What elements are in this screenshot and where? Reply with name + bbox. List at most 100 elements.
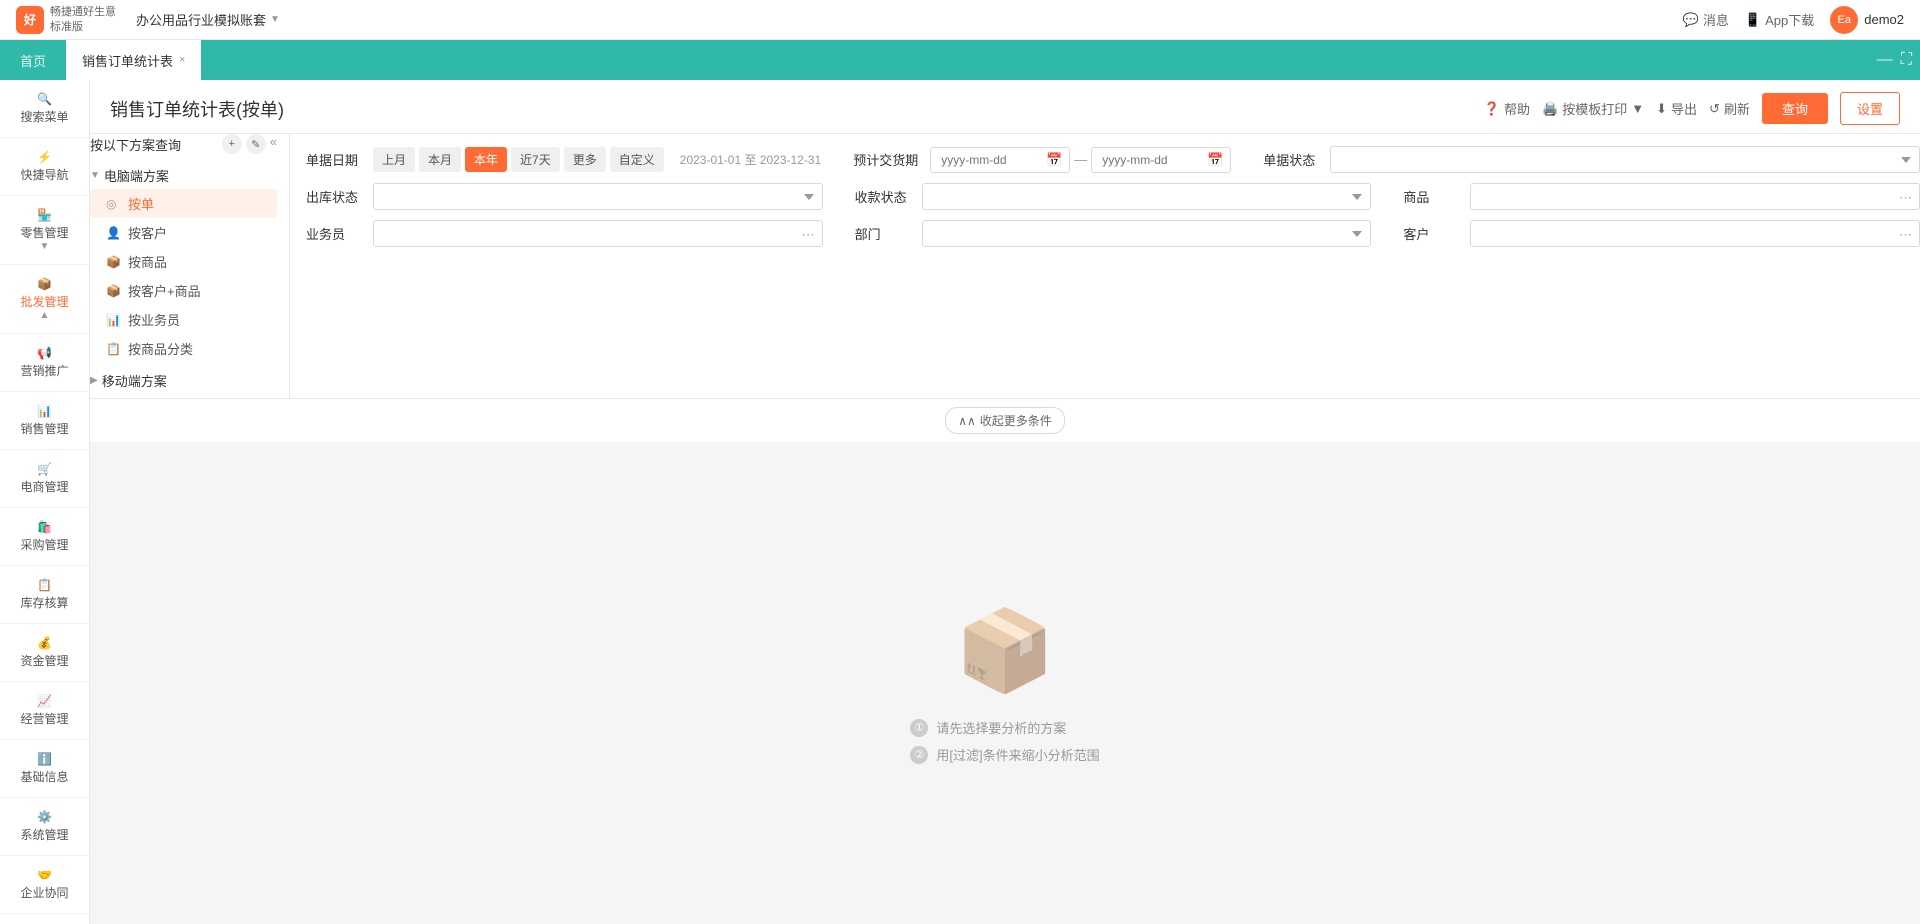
template-print-btn[interactable]: 🖨️ 按模板打印 ▼	[1542, 99, 1644, 118]
goods-input[interactable]	[1470, 183, 1920, 210]
tab-bar-right: — ⛶	[1877, 51, 1920, 69]
scheme-add-btn[interactable]: +	[222, 134, 242, 154]
empty-tips: ① 请先选择要分析的方案 ② 用[过滤]条件来缩小分析范围	[910, 718, 1099, 764]
tab-minimize-icon[interactable]: —	[1877, 51, 1893, 69]
scheme-item-bygoods[interactable]: 📦 按商品	[90, 247, 277, 276]
content-area: 销售订单统计表(按单) ❓ 帮助 🖨️ 按模板打印 ▼ ⬇ 导出 ↺ 刷新	[90, 80, 1920, 924]
message-btn[interactable]: 💬 消息	[1683, 10, 1729, 29]
settings-btn[interactable]: 设置	[1840, 92, 1900, 125]
tab-sales-order-stats[interactable]: 销售订单统计表 ×	[66, 40, 201, 80]
scheme-group-pc-title[interactable]: ▼ 电脑端方案	[90, 162, 277, 189]
username: demo2	[1864, 12, 1904, 27]
expected-date-start-wrapper: 📅	[930, 147, 1070, 173]
date-shortcut: 上月 本月 本年 近7天 更多 自定义	[373, 147, 664, 172]
scheme-edit-btn[interactable]: ✎	[246, 134, 266, 154]
scheme-item-bycustomer[interactable]: 👤 按客户	[90, 218, 277, 247]
sidebar-item-system[interactable]: ⚙️ 系统管理	[0, 798, 89, 856]
tab-home[interactable]: 首页	[0, 40, 66, 80]
user-area[interactable]: Ea demo2	[1830, 6, 1904, 34]
sidebar-item-purchase[interactable]: 🛍️ 采购管理	[0, 508, 89, 566]
empty-state: 📦 ① 请先选择要分析的方案 ② 用[过滤]条件来缩小分析范围	[90, 444, 1920, 924]
expected-date-end[interactable]	[1091, 147, 1231, 173]
payment-status-select[interactable]	[922, 183, 1372, 210]
delivery-status-label: 出库状态	[306, 187, 361, 206]
date-btn-thisyear[interactable]: 本年	[465, 147, 507, 172]
expected-date-start[interactable]	[930, 147, 1070, 173]
sidebar-item-search[interactable]: 🔍 搜索菜单	[0, 80, 89, 138]
scheme-group-mobile-title[interactable]: ▶ 移动端方案	[90, 367, 277, 394]
empty-tip-2: ② 用[过滤]条件来缩小分析范围	[910, 745, 1099, 764]
sidebar-item-ecommerce[interactable]: 🛒 电商管理	[0, 450, 89, 508]
scheme-header-label: 按以下方案查询	[90, 135, 181, 154]
scheme-group-mobile: ▶ 移动端方案	[90, 367, 277, 394]
scheme-item-icon-0: ◎	[106, 197, 122, 211]
payment-status-label: 收款状态	[855, 187, 910, 206]
tip-num-2: ②	[910, 746, 928, 764]
refresh-btn[interactable]: ↺ 刷新	[1709, 99, 1750, 118]
customer-input[interactable]	[1470, 220, 1920, 247]
sidebar: 🔍 搜索菜单 ⚡ 快捷导航 🏪 零售管理 ▼ 📦 批发管理 ▲ 📢 营销推广 📊…	[0, 80, 90, 924]
quicknav-icon: ⚡	[8, 150, 81, 164]
collapse-row: ∧∧ 收起更多条件	[90, 398, 1920, 442]
date-btn-lastmonth[interactable]: 上月	[373, 147, 415, 172]
sidebar-item-basic-info[interactable]: ℹ️ 基础信息	[0, 740, 89, 798]
date-btn-thismonth[interactable]: 本月	[419, 147, 461, 172]
status-select[interactable]	[1330, 146, 1920, 173]
date-btn-more[interactable]: 更多	[564, 147, 606, 172]
scheme-collapse-btn[interactable]: «	[270, 134, 277, 154]
salesperson-input[interactable]	[373, 220, 823, 247]
tab-maximize-icon[interactable]: ⛶	[1901, 51, 1912, 69]
delivery-status-select[interactable]	[373, 183, 823, 210]
date-btn-custom[interactable]: 自定义	[610, 147, 664, 172]
top-bar-left: 好 畅捷通好生意 标准版 办公用品行业模拟账套 ▼	[16, 5, 280, 34]
expected-date-label: 预计交货期	[853, 150, 918, 169]
sidebar-item-operations[interactable]: 📈 经营管理	[0, 682, 89, 740]
mobile-icon: 📱	[1745, 12, 1761, 28]
scheme-item-bysalesperson[interactable]: 📊 按业务员	[90, 305, 277, 334]
salesperson-dots-icon[interactable]: ···	[802, 226, 815, 241]
scheme-panel: 按以下方案查询 + ✎ « ▼ 电脑端方案 ◎	[90, 134, 290, 398]
query-btn[interactable]: 查询	[1762, 93, 1828, 124]
sidebar-item-inventory[interactable]: 📋 库存核算	[0, 566, 89, 624]
expected-date-picker: 📅 — 📅	[930, 147, 1231, 173]
marketing-icon: 📢	[8, 346, 81, 360]
scheme-item-bycustomergoods[interactable]: 📦 按客户+商品	[90, 276, 277, 305]
scheme-item-bycategory[interactable]: 📋 按商品分类	[90, 334, 277, 363]
tab-close-icon[interactable]: ×	[179, 54, 185, 66]
sidebar-item-marketing[interactable]: 📢 营销推广	[0, 334, 89, 392]
inventory-icon: 📋	[8, 578, 81, 592]
status-select-wrapper	[1330, 146, 1920, 173]
collapse-btn[interactable]: ∧∧ 收起更多条件	[945, 407, 1065, 434]
print-arrow-icon: ▼	[1631, 101, 1644, 116]
goods-dots-icon[interactable]: ···	[1899, 189, 1912, 204]
refresh-icon: ↺	[1709, 101, 1720, 117]
breadcrumb-arrow: ▼	[270, 14, 280, 25]
breadcrumb-area: 办公用品行业模拟账套 ▼	[136, 10, 280, 29]
filter-row-3: 业务员 ··· 部门 客户	[306, 220, 1920, 247]
export-btn[interactable]: ⬇ 导出	[1656, 99, 1697, 118]
date-btn-7days[interactable]: 近7天	[511, 147, 560, 172]
retail-icon: 🏪	[8, 208, 81, 222]
main-layout: 🔍 搜索菜单 ⚡ 快捷导航 🏪 零售管理 ▼ 📦 批发管理 ▲ 📢 营销推广 📊…	[0, 80, 1920, 924]
sales-icon: 📊	[8, 404, 81, 418]
operations-icon: 📈	[8, 694, 81, 708]
scheme-item-byorder[interactable]: ◎ 按单	[90, 189, 277, 218]
scheme-item-icon-2: 📦	[106, 255, 122, 269]
finance-icon: 💰	[8, 636, 81, 650]
customer-dots-icon[interactable]: ···	[1899, 226, 1912, 241]
sidebar-item-finance[interactable]: 💰 资金管理	[0, 624, 89, 682]
department-select[interactable]	[922, 220, 1372, 247]
page-title: 销售订单统计表(按单)	[110, 96, 284, 122]
sidebar-item-retail[interactable]: 🏪 零售管理 ▼	[0, 196, 89, 265]
cooperation-icon: 🤝	[8, 868, 81, 882]
sidebar-item-cooperation[interactable]: 🤝 企业协同	[0, 856, 89, 914]
purchase-icon: 🛍️	[8, 520, 81, 534]
tab-bar: 首页 销售订单统计表 × — ⛶	[0, 40, 1920, 80]
help-btn[interactable]: ❓ 帮助	[1484, 99, 1530, 118]
sidebar-item-quicknav[interactable]: ⚡ 快捷导航	[0, 138, 89, 196]
sidebar-item-wholesale[interactable]: 📦 批发管理 ▲	[0, 265, 89, 334]
sidebar-item-sales[interactable]: 📊 销售管理	[0, 392, 89, 450]
app-download-btn[interactable]: 📱 App下载	[1745, 10, 1814, 29]
sidebar-item-guide[interactable]: 🎯 新手引导	[0, 914, 89, 924]
scheme-header-icons: + ✎ «	[222, 134, 277, 154]
